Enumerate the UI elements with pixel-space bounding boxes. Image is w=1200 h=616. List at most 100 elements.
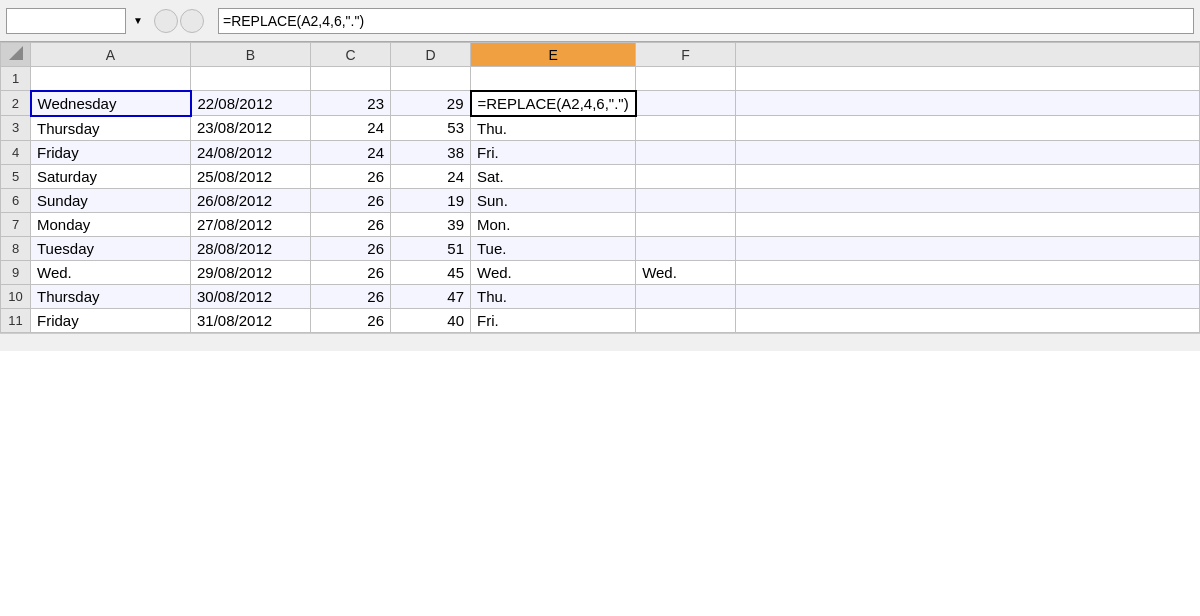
cell-e11[interactable]: Fri. (471, 308, 636, 332)
cell-c8[interactable]: 26 (311, 236, 391, 260)
cell-a3[interactable]: Thursday (31, 116, 191, 141)
cell-f9[interactable]: Wed. (636, 260, 736, 284)
cell-b2[interactable]: 22/08/2012 (191, 91, 311, 116)
cell-d7[interactable]: 39 (391, 212, 471, 236)
cell-b3[interactable]: 23/08/2012 (191, 116, 311, 141)
cell-e6[interactable]: Sun. (471, 188, 636, 212)
row-header-11[interactable]: 11 (1, 308, 31, 332)
cell-b11[interactable]: 31/08/2012 (191, 308, 311, 332)
cell-c10[interactable]: 26 (311, 284, 391, 308)
row-header-6[interactable]: 6 (1, 188, 31, 212)
cell-d2[interactable]: 29 (391, 91, 471, 116)
table-row: 5Saturday25/08/20122624Sat. (1, 164, 1200, 188)
cell-b1[interactable] (191, 67, 311, 91)
table-row: 3Thursday23/08/20122453Thu. (1, 116, 1200, 141)
row-header-4[interactable]: 4 (1, 140, 31, 164)
cell-d8[interactable]: 51 (391, 236, 471, 260)
formula-input[interactable] (218, 8, 1194, 34)
cell-b10[interactable]: 30/08/2012 (191, 284, 311, 308)
cell-e7[interactable]: Mon. (471, 212, 636, 236)
table-row: 9Wed.29/08/20122645Wed.Wed. (1, 260, 1200, 284)
row-header-10[interactable]: 10 (1, 284, 31, 308)
table-row: 2Wednesday22/08/20122329=REPLACE(A2,4,6,… (1, 91, 1200, 116)
cell-b5[interactable]: 25/08/2012 (191, 164, 311, 188)
cell-a5[interactable]: Saturday (31, 164, 191, 188)
cell-b6[interactable]: 26/08/2012 (191, 188, 311, 212)
cell-d3[interactable]: 53 (391, 116, 471, 141)
col-header-c[interactable]: C (311, 43, 391, 67)
cell-e3[interactable]: Thu. (471, 116, 636, 141)
col-header-extra (736, 43, 1200, 67)
cell-d4[interactable]: 38 (391, 140, 471, 164)
cell-c3[interactable]: 24 (311, 116, 391, 141)
cell-f2[interactable] (636, 91, 736, 116)
cell-e5[interactable]: Sat. (471, 164, 636, 188)
confirm-button[interactable] (180, 9, 204, 33)
row-header-3[interactable]: 3 (1, 116, 31, 141)
cell-e4[interactable]: Fri. (471, 140, 636, 164)
cell-b8[interactable]: 28/08/2012 (191, 236, 311, 260)
cancel-button[interactable] (154, 9, 178, 33)
cell-a4[interactable]: Friday (31, 140, 191, 164)
row-header-9[interactable]: 9 (1, 260, 31, 284)
cell-e8[interactable]: Tue. (471, 236, 636, 260)
cell-c11[interactable]: 26 (311, 308, 391, 332)
cell-d10[interactable]: 47 (391, 284, 471, 308)
col-header-e[interactable]: E (471, 43, 636, 67)
cell-c4[interactable]: 24 (311, 140, 391, 164)
cell-f6[interactable] (636, 188, 736, 212)
cell-a7[interactable]: Monday (31, 212, 191, 236)
formula-icons (154, 9, 204, 33)
row-header-1[interactable]: 1 (1, 67, 31, 91)
cell-a8[interactable]: Tuesday (31, 236, 191, 260)
cell-b4[interactable]: 24/08/2012 (191, 140, 311, 164)
cell-d5[interactable]: 24 (391, 164, 471, 188)
cell-c5[interactable]: 26 (311, 164, 391, 188)
cell-d11[interactable]: 40 (391, 308, 471, 332)
cell-e2[interactable]: =REPLACE(A2,4,6,".") (471, 91, 636, 116)
row-header-7[interactable]: 7 (1, 212, 31, 236)
cell-a10[interactable]: Thursday (31, 284, 191, 308)
bottom-bar (0, 333, 1200, 351)
cell-b9[interactable]: 29/08/2012 (191, 260, 311, 284)
col-header-d[interactable]: D (391, 43, 471, 67)
cell-e9[interactable]: Wed. (471, 260, 636, 284)
cell-extra (736, 188, 1200, 212)
cell-f8[interactable] (636, 236, 736, 260)
cell-a2[interactable]: Wednesday (31, 91, 191, 116)
cell-f4[interactable] (636, 140, 736, 164)
cell-e10[interactable]: Thu. (471, 284, 636, 308)
col-header-b[interactable]: B (191, 43, 311, 67)
cell-d1[interactable] (391, 67, 471, 91)
cell-c9[interactable]: 26 (311, 260, 391, 284)
table-row: 10Thursday30/08/20122647Thu. (1, 284, 1200, 308)
cell-c7[interactable]: 26 (311, 212, 391, 236)
cell-b7[interactable]: 27/08/2012 (191, 212, 311, 236)
cell-a9[interactable]: Wed. (31, 260, 191, 284)
cell-f11[interactable] (636, 308, 736, 332)
col-header-f[interactable]: F (636, 43, 736, 67)
cell-c2[interactable]: 23 (311, 91, 391, 116)
table-row: 4Friday24/08/20122438Fri. (1, 140, 1200, 164)
cell-d9[interactable]: 45 (391, 260, 471, 284)
cell-a1[interactable] (31, 67, 191, 91)
cell-c1[interactable] (311, 67, 391, 91)
row-header-2[interactable]: 2 (1, 91, 31, 116)
row-header-5[interactable]: 5 (1, 164, 31, 188)
name-box-dropdown[interactable]: ▼ (130, 8, 146, 34)
cell-f7[interactable] (636, 212, 736, 236)
cell-d6[interactable]: 19 (391, 188, 471, 212)
cell-a6[interactable]: Sunday (31, 188, 191, 212)
cell-f5[interactable] (636, 164, 736, 188)
cell-f3[interactable] (636, 116, 736, 141)
cell-c6[interactable]: 26 (311, 188, 391, 212)
cell-a11[interactable]: Friday (31, 308, 191, 332)
row-header-8[interactable]: 8 (1, 236, 31, 260)
name-box[interactable] (6, 8, 126, 34)
cell-f10[interactable] (636, 284, 736, 308)
cell-e1[interactable] (471, 67, 636, 91)
cell-extra (736, 116, 1200, 141)
cell-f1[interactable] (636, 67, 736, 91)
col-header-a[interactable]: A (31, 43, 191, 67)
table-row: 11Friday31/08/20122640Fri. (1, 308, 1200, 332)
